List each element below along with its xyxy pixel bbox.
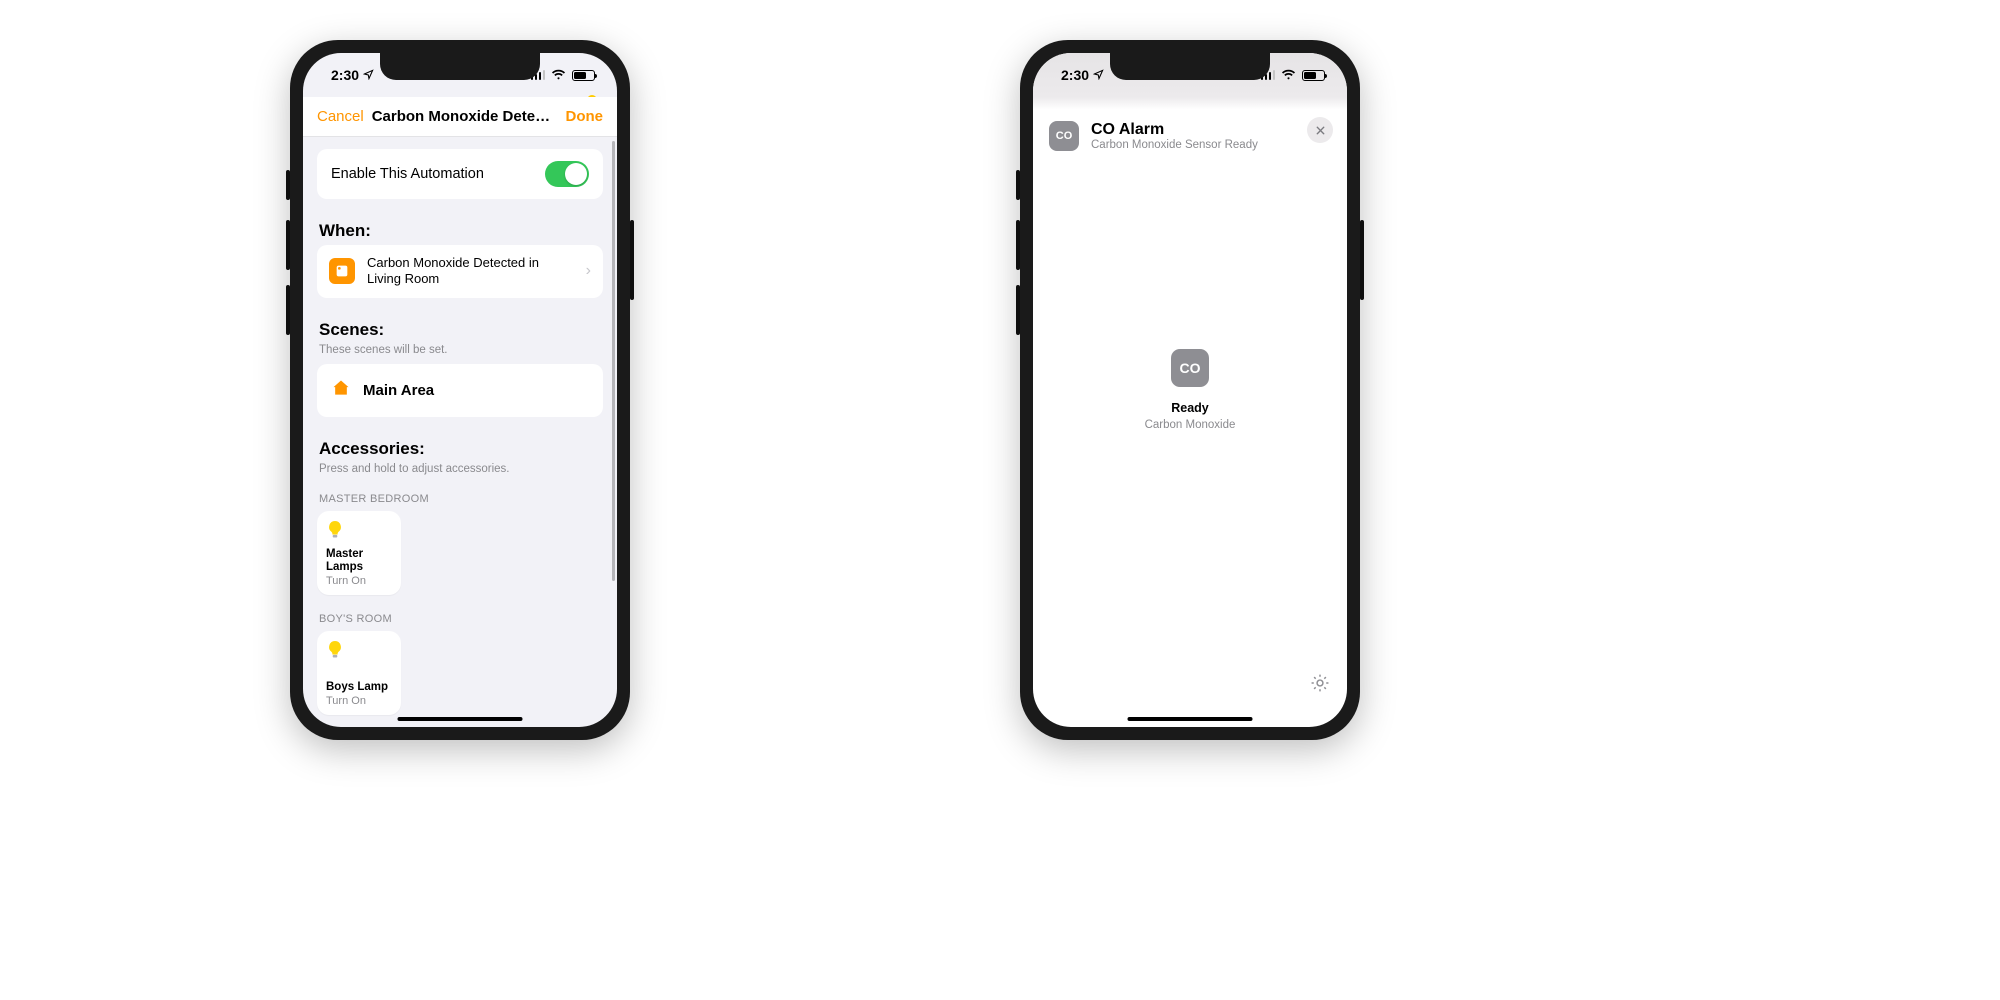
accessories-heading: Accessories: (319, 439, 603, 459)
when-heading: When: (319, 221, 603, 241)
phone-mock-right: 2:30 CO CO Alarm (1020, 40, 1360, 740)
side-button (286, 220, 290, 270)
content: Enable This Automation When: Carbon Mono… (303, 137, 617, 715)
room-header: MASTER BEDROOM (319, 493, 603, 505)
bulb-icon (326, 639, 392, 664)
scroll-indicator (612, 141, 615, 581)
battery-icon (572, 70, 595, 81)
co-badge-icon: CO (1171, 349, 1209, 387)
enable-automation-toggle[interactable] (545, 161, 589, 187)
accessory-state: Turn On (326, 575, 392, 587)
side-button (1016, 170, 1020, 200)
screen-automation: 2:30 Cancel Ca (303, 53, 617, 727)
accessory-name: Boys Lamp (326, 681, 392, 694)
status-time: 2:30 (331, 67, 359, 83)
when-trigger-row[interactable]: Carbon Monoxide Detected in Living Room … (317, 245, 603, 298)
scenes-heading: Scenes: (319, 320, 603, 340)
side-button (286, 285, 290, 335)
scenes-subtitle: These scenes will be set. (319, 344, 603, 356)
home-indicator (1128, 717, 1253, 722)
chevron-right-icon: › (586, 262, 591, 280)
accessory-name: Master Lamps (326, 548, 392, 574)
settings-button[interactable] (1309, 672, 1331, 699)
sensor-status-panel: CO Ready Carbon Monoxide (1033, 53, 1347, 727)
cancel-button[interactable]: Cancel (317, 108, 364, 125)
notch (1110, 53, 1270, 80)
accessory-state: Turn On (326, 695, 392, 707)
screen-sensor: 2:30 CO CO Alarm (1033, 53, 1347, 727)
scene-label: Main Area (363, 382, 434, 399)
done-button[interactable]: Done (566, 108, 604, 125)
wifi-icon (551, 67, 566, 83)
side-button (1016, 285, 1020, 335)
accessories-subtitle: Press and hold to adjust accessories. (319, 463, 603, 475)
nav-bar: Cancel Carbon Monoxide Detected in… Done (303, 97, 617, 137)
sensor-kind: Carbon Monoxide (1145, 419, 1236, 431)
room-header: BOY'S ROOM (319, 613, 603, 625)
home-icon (331, 378, 351, 403)
side-button (630, 220, 634, 300)
home-indicator (398, 717, 523, 722)
sensor-state: Ready (1171, 401, 1209, 415)
enable-automation-label: Enable This Automation (331, 166, 484, 182)
location-icon (363, 67, 374, 83)
phone-mock-left: 2:30 Cancel Ca (290, 40, 630, 740)
accessory-tile[interactable]: Master Lamps Turn On (317, 511, 401, 595)
scene-row[interactable]: Main Area (317, 364, 603, 417)
accessory-tile[interactable]: Boys Lamp Turn On (317, 631, 401, 715)
side-button (1016, 220, 1020, 270)
when-trigger-label: Carbon Monoxide Detected in Living Room (367, 255, 574, 288)
notch (380, 53, 540, 80)
side-button (286, 170, 290, 200)
sensor-icon (329, 258, 355, 284)
bulb-icon (326, 519, 392, 544)
side-button (1360, 220, 1364, 300)
nav-title: Carbon Monoxide Detected in… (372, 108, 558, 125)
enable-automation-row[interactable]: Enable This Automation (317, 149, 603, 199)
